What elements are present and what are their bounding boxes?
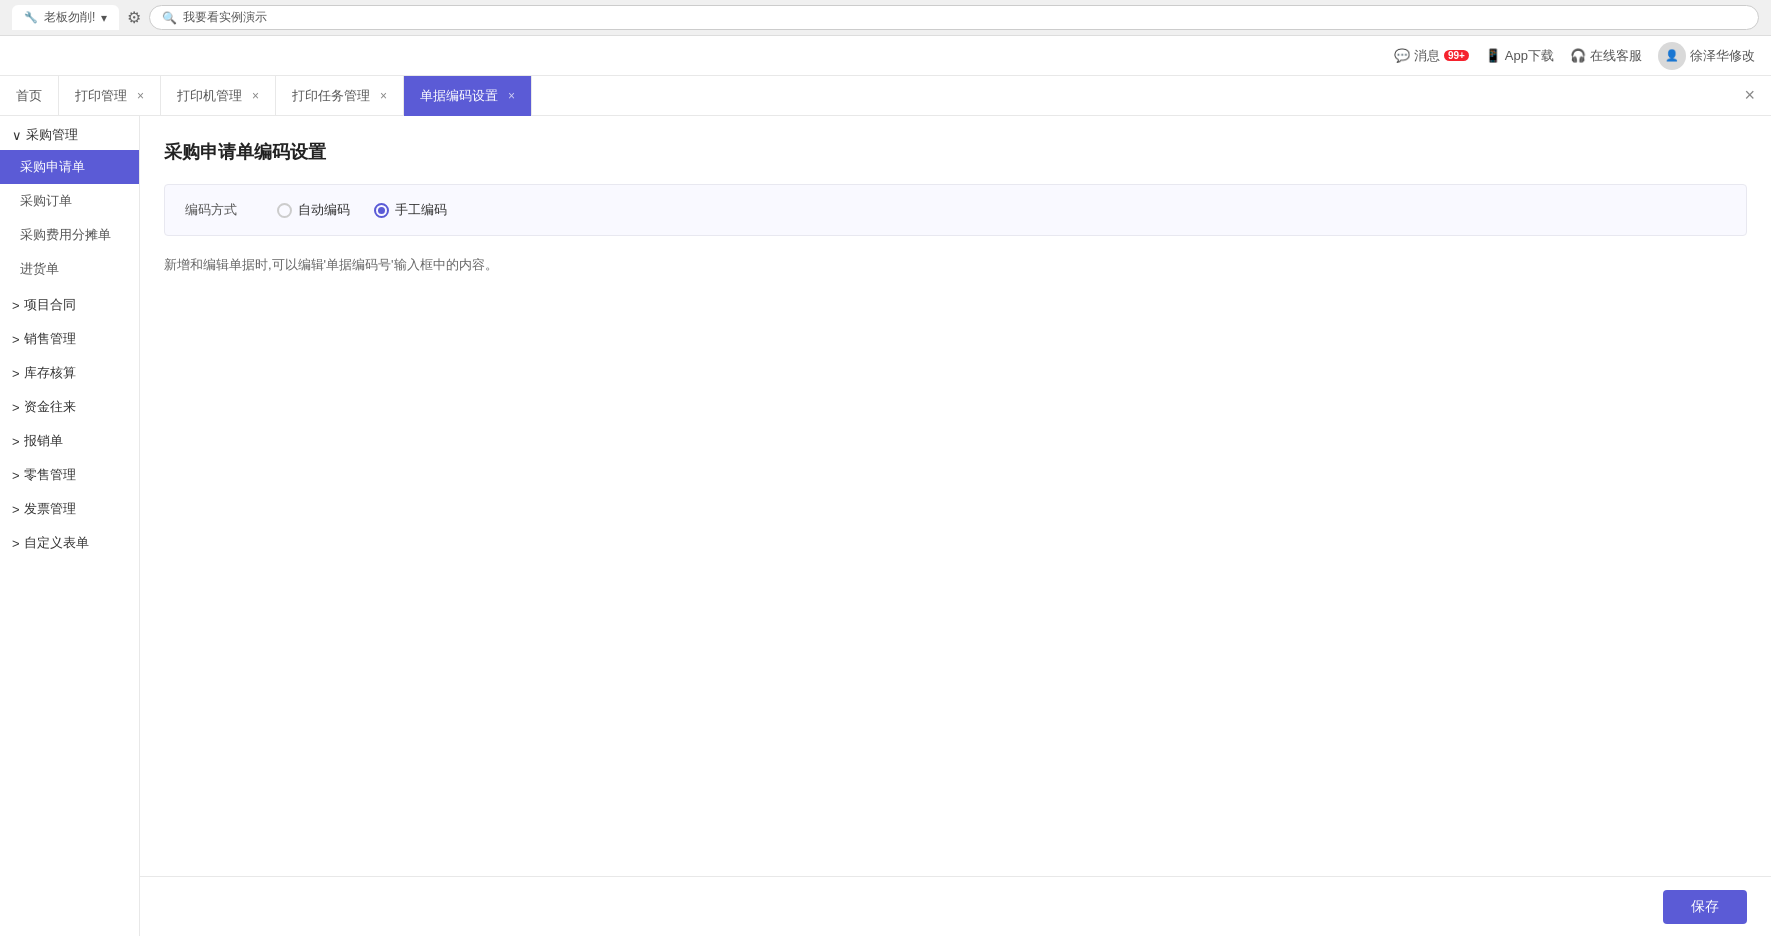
- sidebar-group-sales-mgmt-label: 销售管理: [24, 330, 76, 348]
- tab-barcode-setting-close[interactable]: ×: [508, 89, 515, 103]
- sidebar-item-purchase-expense[interactable]: 采购费用分摊单: [0, 218, 139, 252]
- encoding-setting-section: 编码方式 自动编码 手工编码: [164, 184, 1747, 236]
- app-download-icon: 📱: [1485, 48, 1501, 63]
- content-main: 采购申请单编码设置 编码方式 自动编码 手工编码: [140, 116, 1771, 876]
- sidebar-group-retail-mgmt-arrow: >: [12, 468, 20, 483]
- manual-code-circle: [374, 203, 389, 218]
- sidebar-group-inventory-label: 库存核算: [24, 364, 76, 382]
- tab-favicon: 🔧: [24, 11, 38, 24]
- sidebar-group-project-contract-arrow: >: [12, 298, 20, 313]
- sidebar-item-purchase-request-label: 采购申请单: [20, 159, 85, 174]
- sidebar-item-purchase-order-label: 采购订单: [20, 193, 72, 208]
- avatar: 👤: [1658, 42, 1686, 70]
- sidebar-group-capital-arrow: >: [12, 400, 20, 415]
- tab-print-mgmt-label: 打印管理: [75, 87, 127, 105]
- encoding-radio-group: 自动编码 手工编码: [277, 201, 447, 219]
- sidebar-group-sales-mgmt[interactable]: > 销售管理: [0, 320, 139, 354]
- save-button[interactable]: 保存: [1663, 890, 1747, 924]
- auto-code-label: 自动编码: [298, 201, 350, 219]
- sidebar-group-inventory[interactable]: > 库存核算: [0, 354, 139, 388]
- sidebar-item-purchase-order[interactable]: 采购订单: [0, 184, 139, 218]
- tab-barcode-setting[interactable]: 单据编码设置 ×: [404, 76, 532, 116]
- sidebar-group-retail-mgmt[interactable]: > 零售管理: [0, 456, 139, 490]
- message-icon: 💬: [1394, 48, 1410, 63]
- app-download-label: App下载: [1505, 47, 1554, 65]
- sidebar-group-sales-mgmt-arrow: >: [12, 332, 20, 347]
- app-download-button[interactable]: 📱 App下载: [1485, 47, 1554, 65]
- sidebar-group-returns-arrow: >: [12, 434, 20, 449]
- sidebar-group-purchase-arrow: ∨: [12, 128, 22, 143]
- sidebar-group-returns[interactable]: > 报销单: [0, 422, 139, 456]
- address-icon: 🔍: [162, 11, 177, 25]
- page-title: 采购申请单编码设置: [164, 140, 1747, 164]
- user-name: 徐泽华修改: [1690, 47, 1755, 65]
- sidebar-group-custom-forms-arrow: >: [12, 536, 20, 551]
- sidebar-group-project-contract-label: 项目合同: [24, 296, 76, 314]
- sidebar-item-receipt[interactable]: 进货单: [0, 252, 139, 286]
- browser-tab-label: 老板勿削!: [44, 9, 95, 26]
- bottom-bar: 保存: [140, 876, 1771, 936]
- main-layout: ∨ 采购管理 采购申请单 采购订单 采购费用分摊单 进货单 > 项目合同 > 销…: [0, 116, 1771, 936]
- message-badge: 99+: [1444, 50, 1469, 61]
- sidebar-item-purchase-expense-label: 采购费用分摊单: [20, 227, 111, 242]
- tab-barcode-setting-label: 单据编码设置: [420, 87, 498, 105]
- tab-print-task-mgmt-close[interactable]: ×: [380, 89, 387, 103]
- manual-code-radio[interactable]: 手工编码: [374, 201, 447, 219]
- tab-bar-close-button[interactable]: ×: [1728, 85, 1771, 106]
- encoding-row: 编码方式 自动编码 手工编码: [185, 201, 1726, 219]
- encoding-label: 编码方式: [185, 201, 245, 219]
- auto-code-radio[interactable]: 自动编码: [277, 201, 350, 219]
- sidebar-group-inventory-arrow: >: [12, 366, 20, 381]
- tab-home[interactable]: 首页: [0, 76, 59, 116]
- content-area: 采购申请单编码设置 编码方式 自动编码 手工编码: [140, 116, 1771, 936]
- sidebar-group-invoice-mgmt-label: 发票管理: [24, 500, 76, 518]
- sidebar-group-purchase-label: 采购管理: [26, 126, 78, 144]
- sidebar-group-retail-mgmt-label: 零售管理: [24, 466, 76, 484]
- browser-tab-arrow[interactable]: ▾: [101, 11, 107, 25]
- tab-print-mgmt[interactable]: 打印管理 ×: [59, 76, 161, 116]
- message-label: 消息: [1414, 47, 1440, 65]
- browser-bar: 🔧 老板勿削! ▾ ⚙ 🔍 我要看实例演示: [0, 0, 1771, 36]
- tab-home-label: 首页: [16, 87, 42, 105]
- user-profile-button[interactable]: 👤 徐泽华修改: [1658, 42, 1755, 70]
- sidebar-group-capital[interactable]: > 资金往来: [0, 388, 139, 422]
- sidebar-group-capital-label: 资金往来: [24, 398, 76, 416]
- sidebar-group-purchase[interactable]: ∨ 采购管理: [0, 116, 139, 150]
- sidebar-group-custom-forms-label: 自定义表单: [24, 534, 89, 552]
- sidebar-item-receipt-label: 进货单: [20, 261, 59, 276]
- manual-code-label: 手工编码: [395, 201, 447, 219]
- sidebar-group-custom-forms[interactable]: > 自定义表单: [0, 524, 139, 558]
- sidebar-group-invoice-mgmt[interactable]: > 发票管理: [0, 490, 139, 524]
- sidebar-group-project-contract[interactable]: > 项目合同: [0, 286, 139, 320]
- browser-tab[interactable]: 🔧 老板勿削! ▾: [12, 5, 119, 30]
- message-button[interactable]: 💬 消息 99+: [1394, 47, 1469, 65]
- online-service-label: 在线客服: [1590, 47, 1642, 65]
- service-icon: 🎧: [1570, 48, 1586, 63]
- app-topbar: 💬 消息 99+ 📱 App下载 🎧 在线客服 👤 徐泽华修改: [0, 36, 1771, 76]
- sidebar-group-invoice-mgmt-arrow: >: [12, 502, 20, 517]
- browser-settings-icon[interactable]: ⚙: [127, 8, 141, 27]
- sidebar-group-returns-label: 报销单: [24, 432, 63, 450]
- hint-text: 新增和编辑单据时,可以编辑'单据编码号'输入框中的内容。: [164, 256, 1747, 274]
- sidebar: ∨ 采购管理 采购申请单 采购订单 采购费用分摊单 进货单 > 项目合同 > 销…: [0, 116, 140, 936]
- tab-printer-mgmt-close[interactable]: ×: [252, 89, 259, 103]
- address-text: 我要看实例演示: [183, 9, 267, 26]
- online-service-button[interactable]: 🎧 在线客服: [1570, 47, 1642, 65]
- tab-print-task-mgmt[interactable]: 打印任务管理 ×: [276, 76, 404, 116]
- browser-address-bar[interactable]: 🔍 我要看实例演示: [149, 5, 1759, 30]
- tab-printer-mgmt[interactable]: 打印机管理 ×: [161, 76, 276, 116]
- tab-printer-mgmt-label: 打印机管理: [177, 87, 242, 105]
- tab-bar: 首页 打印管理 × 打印机管理 × 打印任务管理 × 单据编码设置 × ×: [0, 76, 1771, 116]
- tab-print-task-mgmt-label: 打印任务管理: [292, 87, 370, 105]
- topbar-right: 💬 消息 99+ 📱 App下载 🎧 在线客服 👤 徐泽华修改: [1394, 42, 1755, 70]
- tab-print-mgmt-close[interactable]: ×: [137, 89, 144, 103]
- auto-code-circle: [277, 203, 292, 218]
- sidebar-item-purchase-request[interactable]: 采购申请单: [0, 150, 139, 184]
